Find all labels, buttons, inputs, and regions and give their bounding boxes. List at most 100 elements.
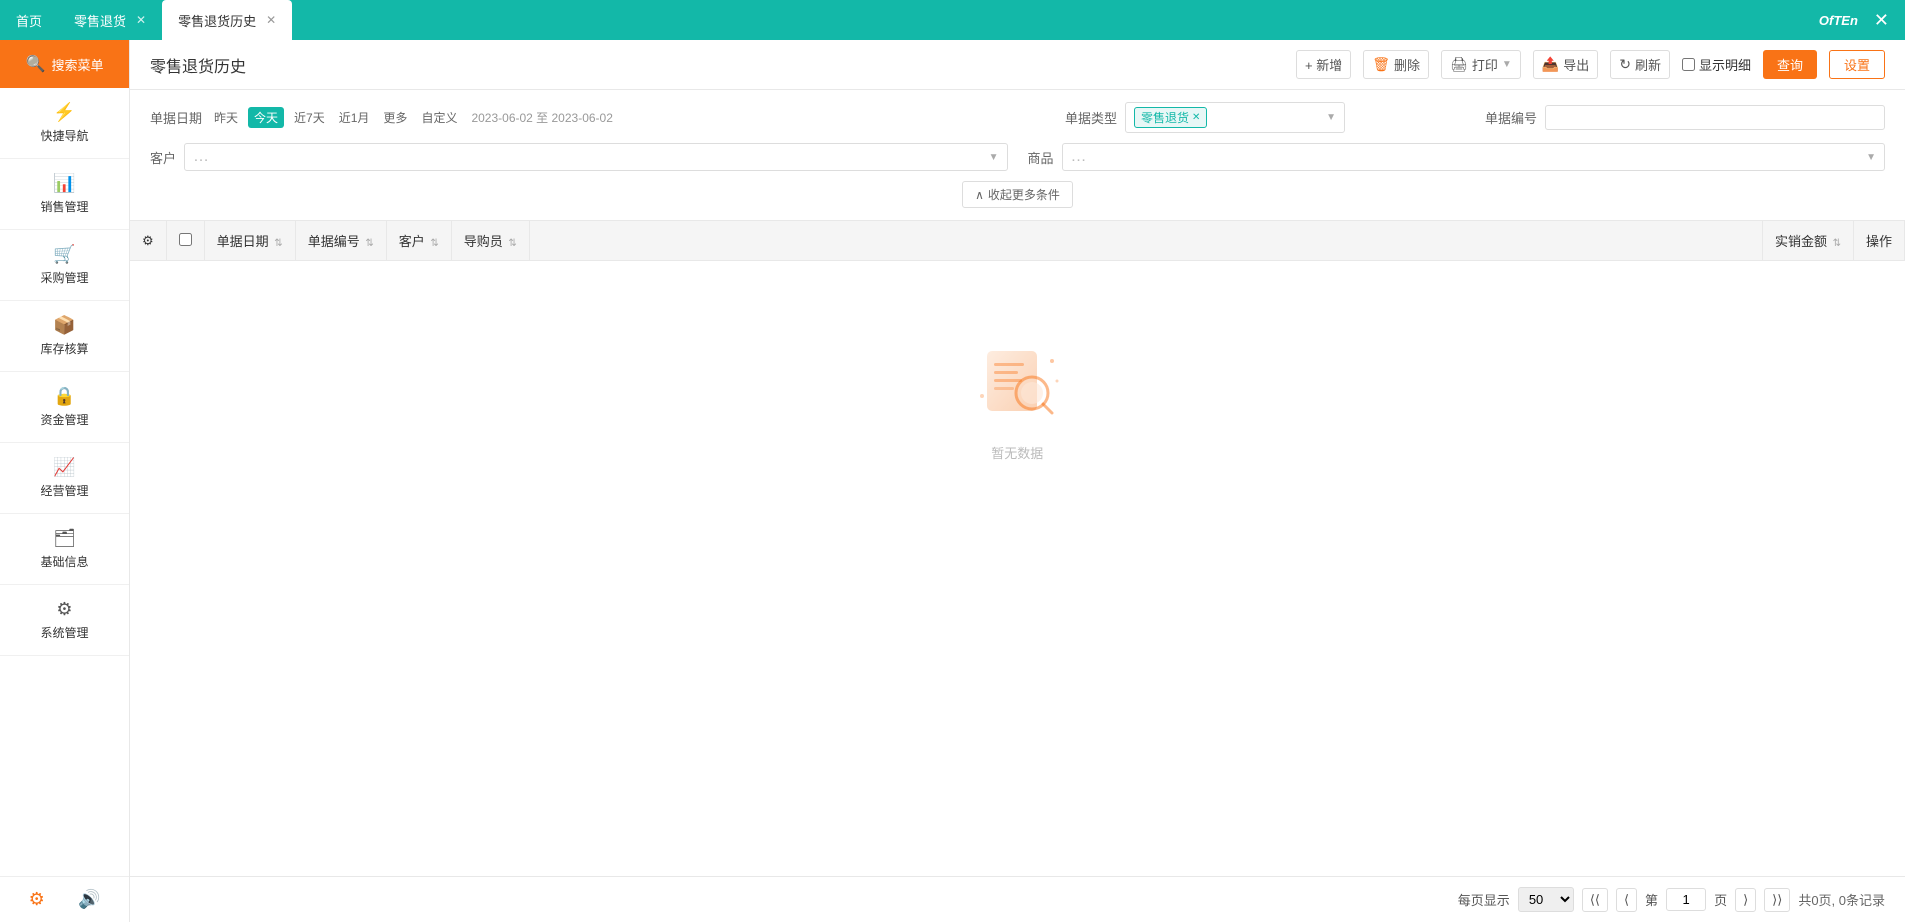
customer-select[interactable]: … ▼ bbox=[184, 143, 1007, 171]
goods-chevron-icon: ▼ bbox=[1866, 152, 1876, 163]
collapse-filter-button[interactable]: ∧ 收起更多条件 bbox=[962, 181, 1073, 208]
collapse-up-icon: ∧ bbox=[975, 188, 984, 202]
th-amount-label: 实销金额 bbox=[1775, 234, 1827, 249]
refresh-button[interactable]: ↻ 刷新 bbox=[1610, 50, 1670, 79]
tab-home[interactable]: 首页 bbox=[0, 0, 58, 40]
data-table: ⚙ 单据日期 ⇅ 单据编号 ⇅ bbox=[130, 221, 1905, 542]
print-chevron-icon: ▼ bbox=[1502, 59, 1512, 70]
filter-area: 单据日期 昨天 今天 近7天 近1月 更多 自定义 2023-06-02 至 2… bbox=[130, 90, 1905, 221]
tab-retail-return[interactable]: 零售退货 ✕ bbox=[58, 0, 162, 40]
purchase-mgmt-icon: 🛒 bbox=[53, 244, 75, 265]
settings-button-label: 设置 bbox=[1844, 58, 1870, 73]
goods-select[interactable]: … ▼ bbox=[1062, 143, 1885, 171]
th-doc-no: 单据编号 ⇅ bbox=[295, 221, 386, 261]
sidebar-item-operations[interactable]: 📈 经营管理 bbox=[0, 443, 129, 514]
sidebar-item-system-mgmt[interactable]: ⚙ 系统管理 bbox=[0, 585, 129, 656]
query-button[interactable]: 查询 bbox=[1763, 50, 1817, 79]
date-option-7days[interactable]: 近7天 bbox=[290, 107, 329, 128]
doc-no-input[interactable] bbox=[1545, 105, 1885, 130]
filter-row-2: 客户 … ▼ 商品 … ▼ bbox=[150, 143, 1885, 171]
date-option-1month[interactable]: 近1月 bbox=[335, 107, 374, 128]
table-body: 暂无数据 bbox=[130, 261, 1905, 543]
date-range-display: 2023-06-02 至 2023-06-02 bbox=[471, 109, 612, 126]
th-guide-sort-icon[interactable]: ⇅ bbox=[508, 238, 516, 249]
display-detail-container: 显示明细 bbox=[1682, 55, 1751, 74]
page-number-input[interactable] bbox=[1666, 888, 1706, 911]
empty-state-row: 暂无数据 bbox=[130, 261, 1905, 543]
date-option-more[interactable]: 更多 bbox=[379, 107, 411, 128]
sidebar-search-label: 搜索菜单 bbox=[51, 55, 103, 74]
table-header-row: ⚙ 单据日期 ⇅ 单据编号 ⇅ bbox=[130, 221, 1905, 261]
th-actions-label: 操作 bbox=[1866, 234, 1892, 249]
doc-type-tag-close[interactable]: ✕ bbox=[1192, 112, 1200, 123]
sidebar-bottom: ⚙ 🔊 bbox=[0, 876, 129, 922]
doc-type-chevron-icon: ▼ bbox=[1326, 112, 1336, 123]
print-icon: 🖨 bbox=[1450, 56, 1468, 73]
export-button[interactable]: 📤 导出 bbox=[1533, 50, 1598, 79]
sidebar-item-quick-nav[interactable]: ⚡ 快捷导航 bbox=[0, 88, 129, 159]
sidebar-item-basic-info[interactable]: 🗂 基础信息 bbox=[0, 514, 129, 585]
sidebar-item-inventory[interactable]: 📦 库存核算 bbox=[0, 301, 129, 372]
th-doc-date-sort-icon[interactable]: ⇅ bbox=[274, 238, 282, 249]
settings-button[interactable]: 设置 bbox=[1829, 50, 1885, 79]
page-size-label: 每页显示 bbox=[1458, 890, 1510, 909]
sidebar: 🔍 搜索菜单 ⚡ 快捷导航 📊 销售管理 🛒 采购管理 📦 库存核算 🔒 bbox=[0, 40, 130, 922]
new-button[interactable]: + 新增 bbox=[1296, 50, 1351, 79]
goods-label: 商品 bbox=[1028, 148, 1054, 167]
operations-icon: 📈 bbox=[53, 457, 75, 478]
th-actions: 操作 bbox=[1853, 221, 1904, 261]
display-detail-checkbox[interactable] bbox=[1682, 58, 1695, 71]
main-layout: 🔍 搜索菜单 ⚡ 快捷导航 📊 销售管理 🛒 采购管理 📦 库存核算 🔒 bbox=[0, 40, 1905, 922]
print-button[interactable]: 🖨 打印 ▼ bbox=[1441, 50, 1521, 79]
date-option-yesterday[interactable]: 昨天 bbox=[210, 107, 242, 128]
pagination-bar: 每页显示 20 50 100 ⟨⟨ ⟨ 第 页 ⟩ ⟩⟩ 共0页, 0条记录 bbox=[130, 876, 1905, 922]
th-doc-date: 单据日期 ⇅ bbox=[204, 221, 295, 261]
tab-retail-return-label: 零售退货 bbox=[74, 11, 126, 30]
prev-page-button[interactable]: ⟨ bbox=[1616, 888, 1637, 912]
customer-label: 客户 bbox=[150, 148, 176, 167]
doc-no-filter-field: 单据编号 bbox=[1485, 105, 1885, 130]
page-actions: + 新增 🗑 删除 🖨 打印 ▼ 📤 导出 ↻ 刷新 bbox=[1296, 50, 1885, 79]
often-label: OfTEn bbox=[1819, 13, 1858, 28]
page-title: 零售退货历史 bbox=[150, 53, 246, 77]
system-mgmt-icon: ⚙ bbox=[56, 599, 72, 620]
tab-list: 首页 零售退货 ✕ 零售退货历史 ✕ bbox=[0, 0, 1819, 40]
date-option-custom[interactable]: 自定义 bbox=[417, 107, 461, 128]
th-amount-sort-icon[interactable]: ⇅ bbox=[1833, 238, 1841, 249]
page-size-select[interactable]: 20 50 100 bbox=[1518, 887, 1574, 912]
delete-button[interactable]: 🗑 删除 bbox=[1363, 50, 1429, 79]
window-close-button[interactable]: ✕ bbox=[1874, 11, 1889, 29]
table-header: ⚙ 单据日期 ⇅ 单据编号 ⇅ bbox=[130, 221, 1905, 261]
volume-icon[interactable]: 🔊 bbox=[78, 889, 100, 910]
th-customer-sort-icon[interactable]: ⇅ bbox=[430, 238, 438, 249]
inventory-icon: 📦 bbox=[53, 315, 75, 336]
settings-bottom-icon[interactable]: ⚙ bbox=[29, 889, 45, 910]
select-all-checkbox[interactable] bbox=[179, 233, 192, 246]
operations-label: 经营管理 bbox=[40, 482, 88, 499]
page-unit: 页 bbox=[1714, 890, 1727, 909]
th-settings[interactable]: ⚙ bbox=[130, 221, 166, 261]
customer-filter-field: 客户 … ▼ bbox=[150, 143, 1008, 171]
date-filter-field: 单据日期 昨天 今天 近7天 近1月 更多 自定义 2023-06-02 至 2… bbox=[150, 107, 1045, 128]
date-option-today[interactable]: 今天 bbox=[248, 107, 284, 128]
last-page-button[interactable]: ⟩⟩ bbox=[1764, 888, 1790, 912]
th-spacer bbox=[529, 221, 1762, 261]
tab-retail-return-history-close[interactable]: ✕ bbox=[266, 13, 276, 27]
sidebar-search[interactable]: 🔍 搜索菜单 bbox=[0, 40, 129, 88]
refresh-button-label: 刷新 bbox=[1635, 55, 1661, 74]
sidebar-item-finance[interactable]: 🔒 资金管理 bbox=[0, 372, 129, 443]
tab-retail-return-close[interactable]: ✕ bbox=[136, 13, 146, 27]
doc-type-select[interactable]: 零售退货 ✕ ▼ bbox=[1125, 102, 1345, 133]
next-page-button[interactable]: ⟩ bbox=[1735, 888, 1756, 912]
date-filter-label: 单据日期 bbox=[150, 108, 202, 127]
sidebar-nav: ⚡ 快捷导航 📊 销售管理 🛒 采购管理 📦 库存核算 🔒 资金管理 📈 bbox=[0, 88, 129, 876]
column-settings-icon[interactable]: ⚙ bbox=[142, 233, 154, 248]
th-checkbox[interactable] bbox=[166, 221, 204, 261]
tab-retail-return-history[interactable]: 零售退货历史 ✕ bbox=[162, 0, 292, 40]
sidebar-item-sales-mgmt[interactable]: 📊 销售管理 bbox=[0, 159, 129, 230]
export-button-label: 导出 bbox=[1563, 55, 1589, 74]
first-page-button[interactable]: ⟨⟨ bbox=[1582, 888, 1608, 912]
th-doc-no-sort-icon[interactable]: ⇅ bbox=[365, 238, 373, 249]
sidebar-item-purchase-mgmt[interactable]: 🛒 采购管理 bbox=[0, 230, 129, 301]
th-guide: 导购员 ⇅ bbox=[451, 221, 529, 261]
